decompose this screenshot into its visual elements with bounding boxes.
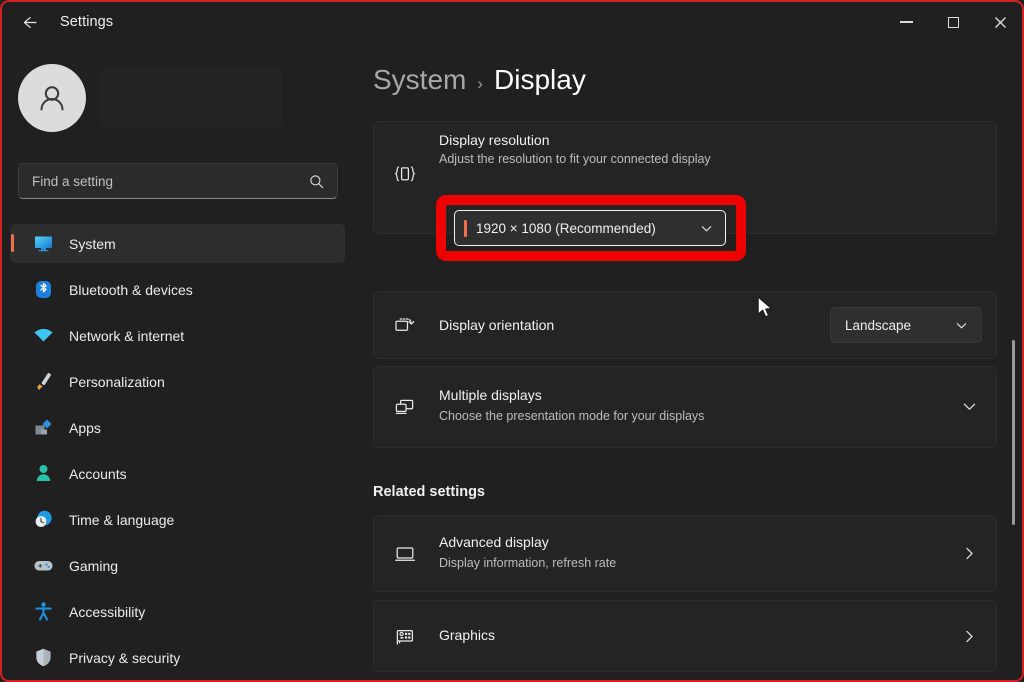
search-input[interactable] xyxy=(19,173,309,189)
monitor-icon xyxy=(32,233,54,255)
sidebar-item-label: System xyxy=(69,235,116,252)
gamepad-icon xyxy=(32,555,54,577)
avatar xyxy=(18,64,86,132)
screen-rotation-icon xyxy=(393,313,417,337)
shield-icon xyxy=(32,647,54,669)
main-content: System › Display Display resolution Adju… xyxy=(352,44,1024,682)
account-icon xyxy=(32,463,54,485)
search-icon xyxy=(309,174,337,189)
window-controls xyxy=(883,0,1024,44)
sidebar-item-apps[interactable]: Apps xyxy=(10,408,345,447)
close-icon xyxy=(995,16,1006,28)
bluetooth-icon xyxy=(32,279,54,301)
advanced-display-title: Advanced display xyxy=(439,534,549,550)
display-resolution-value: 1920 × 1080 (Recommended) xyxy=(476,220,656,236)
sidebar-item-accessibility[interactable]: Accessibility xyxy=(10,592,345,631)
multiple-displays-card[interactable]: Multiple displays Choose the presentatio… xyxy=(373,366,997,448)
paintbrush-icon xyxy=(32,371,54,393)
sidebar-item-personalization[interactable]: Personalization xyxy=(10,362,345,401)
sidebar-item-accounts[interactable]: Accounts xyxy=(10,454,345,493)
chevron-right-icon[interactable] xyxy=(961,545,978,562)
multiple-displays-title: Multiple displays xyxy=(439,387,542,403)
chevron-down-icon[interactable] xyxy=(961,398,978,415)
related-settings-heading: Related settings xyxy=(373,484,485,500)
sidebar-item-bluetooth-devices[interactable]: Bluetooth & devices xyxy=(10,270,345,309)
display-resolution-card: Display resolution Adjust the resolution… xyxy=(373,121,997,261)
breadcrumb: System › Display xyxy=(373,64,586,96)
display-orientation-title: Display orientation xyxy=(439,317,555,333)
person-avatar-icon xyxy=(40,86,64,111)
sidebar-item-label: Bluetooth & devices xyxy=(69,281,193,298)
sidebar-nav: System Bluetooth & devices Network & int… xyxy=(10,224,345,682)
maximize-button[interactable] xyxy=(930,0,977,44)
sidebar-item-system[interactable]: System xyxy=(10,224,345,263)
sidebar: System Bluetooth & devices Network xyxy=(0,44,352,682)
wifi-icon xyxy=(32,325,54,347)
minimize-button[interactable] xyxy=(883,0,930,44)
sidebar-item-label: Privacy & security xyxy=(69,649,181,666)
chevron-down-icon xyxy=(700,222,725,235)
display-resolution-title: Display resolution xyxy=(439,132,550,148)
multiple-displays-icon xyxy=(393,395,417,419)
content-scrollbar[interactable] xyxy=(1012,340,1015,525)
account-name-placeholder xyxy=(100,68,282,128)
sidebar-item-label: Personalization xyxy=(69,373,165,390)
graphics-card[interactable]: Graphics xyxy=(373,600,997,672)
sidebar-item-label: Network & internet xyxy=(69,327,185,344)
chevron-right-icon[interactable] xyxy=(961,628,978,645)
sidebar-item-label: Accessibility xyxy=(69,603,146,620)
advanced-display-subtitle: Display information, refresh rate xyxy=(439,556,617,570)
back-arrow-icon xyxy=(23,16,37,28)
display-orientation-dropdown[interactable]: Landscape xyxy=(830,307,982,343)
multiple-displays-subtitle: Choose the presentation mode for your di… xyxy=(439,409,705,423)
display-orientation-card: Display orientation Landscape xyxy=(373,291,997,359)
sidebar-item-label: Time & language xyxy=(69,511,175,528)
sidebar-item-network-internet[interactable]: Network & internet xyxy=(10,316,345,355)
sidebar-item-label: Apps xyxy=(69,419,101,436)
sidebar-item-label: Accounts xyxy=(69,465,127,482)
advanced-display-card[interactable]: Advanced display Display information, re… xyxy=(373,515,997,592)
apps-icon xyxy=(32,417,54,439)
search-box[interactable] xyxy=(18,163,338,199)
display-resolution-dropdown[interactable]: 1920 × 1080 (Recommended) xyxy=(454,210,726,246)
account-header[interactable] xyxy=(18,64,282,132)
page-title: Display xyxy=(494,64,586,95)
display-resolution-icon xyxy=(393,162,417,191)
breadcrumb-separator: › xyxy=(477,74,484,93)
sidebar-item-privacy-security[interactable]: Privacy & security xyxy=(10,638,345,677)
app-title: Settings xyxy=(60,14,114,30)
accessibility-icon xyxy=(32,601,54,623)
close-button[interactable] xyxy=(977,0,1024,44)
sidebar-item-gaming[interactable]: Gaming xyxy=(10,546,345,585)
sidebar-item-time-language[interactable]: Time & language xyxy=(10,500,345,539)
chevron-down-icon xyxy=(955,319,981,332)
graphics-card-icon xyxy=(393,625,417,649)
sidebar-item-label: Gaming xyxy=(69,557,119,574)
display-orientation-value: Landscape xyxy=(845,317,912,333)
settings-window: Settings Find a setting System Bluetooth… xyxy=(0,0,1024,682)
graphics-title: Graphics xyxy=(439,627,496,643)
title-bar: Settings xyxy=(0,0,1024,44)
back-button[interactable] xyxy=(10,6,48,38)
breadcrumb-system-link[interactable]: System xyxy=(373,64,466,96)
clock-globe-icon xyxy=(32,509,54,531)
display-resolution-subtitle: Adjust the resolution to fit your connec… xyxy=(439,152,711,166)
laptop-display-icon xyxy=(393,542,417,566)
